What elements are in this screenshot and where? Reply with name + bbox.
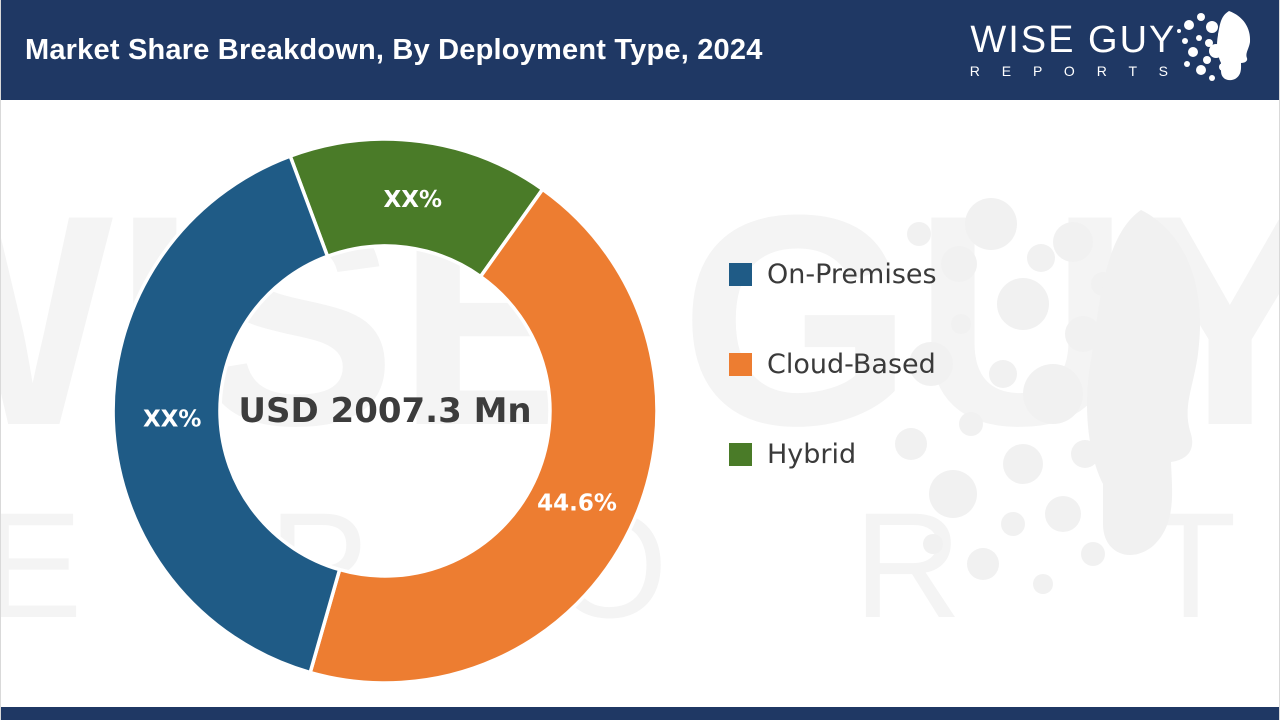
- page-title: Market Share Breakdown, By Deployment Ty…: [25, 33, 763, 66]
- header: Market Share Breakdown, By Deployment Ty…: [1, 0, 1279, 100]
- legend-item-cloud-based: Cloud-Based: [729, 348, 937, 380]
- legend-label-cloud-based: Cloud-Based: [767, 348, 936, 380]
- logo-face-icon: [1177, 11, 1251, 81]
- logo-wordmark: WISE GUY: [970, 19, 1177, 61]
- donut-center-value: USD 2007.3 Mn: [238, 391, 532, 431]
- legend-label-on-premises: On-Premises: [767, 258, 937, 290]
- legend-swatch-on-premises: [729, 262, 752, 286]
- legend-swatch-cloud-based: [729, 352, 752, 376]
- report-card: WISE GUY R E P O R T S Market Share Brea…: [0, 0, 1280, 720]
- logo-text: WISE GUY R E P O R T S: [970, 21, 1177, 79]
- legend-label-hybrid: Hybrid: [767, 438, 857, 470]
- legend-swatch-hybrid: [729, 442, 752, 466]
- legend: On-Premises Cloud-Based Hybrid: [729, 258, 937, 528]
- footer-bar: [1, 707, 1279, 720]
- logo-subtitle: R E P O R T S: [969, 63, 1177, 79]
- legend-item-on-premises: On-Premises: [729, 258, 937, 290]
- wiseguy-logo: WISE GUY R E P O R T S: [970, 7, 1253, 93]
- legend-item-hybrid: Hybrid: [729, 438, 937, 470]
